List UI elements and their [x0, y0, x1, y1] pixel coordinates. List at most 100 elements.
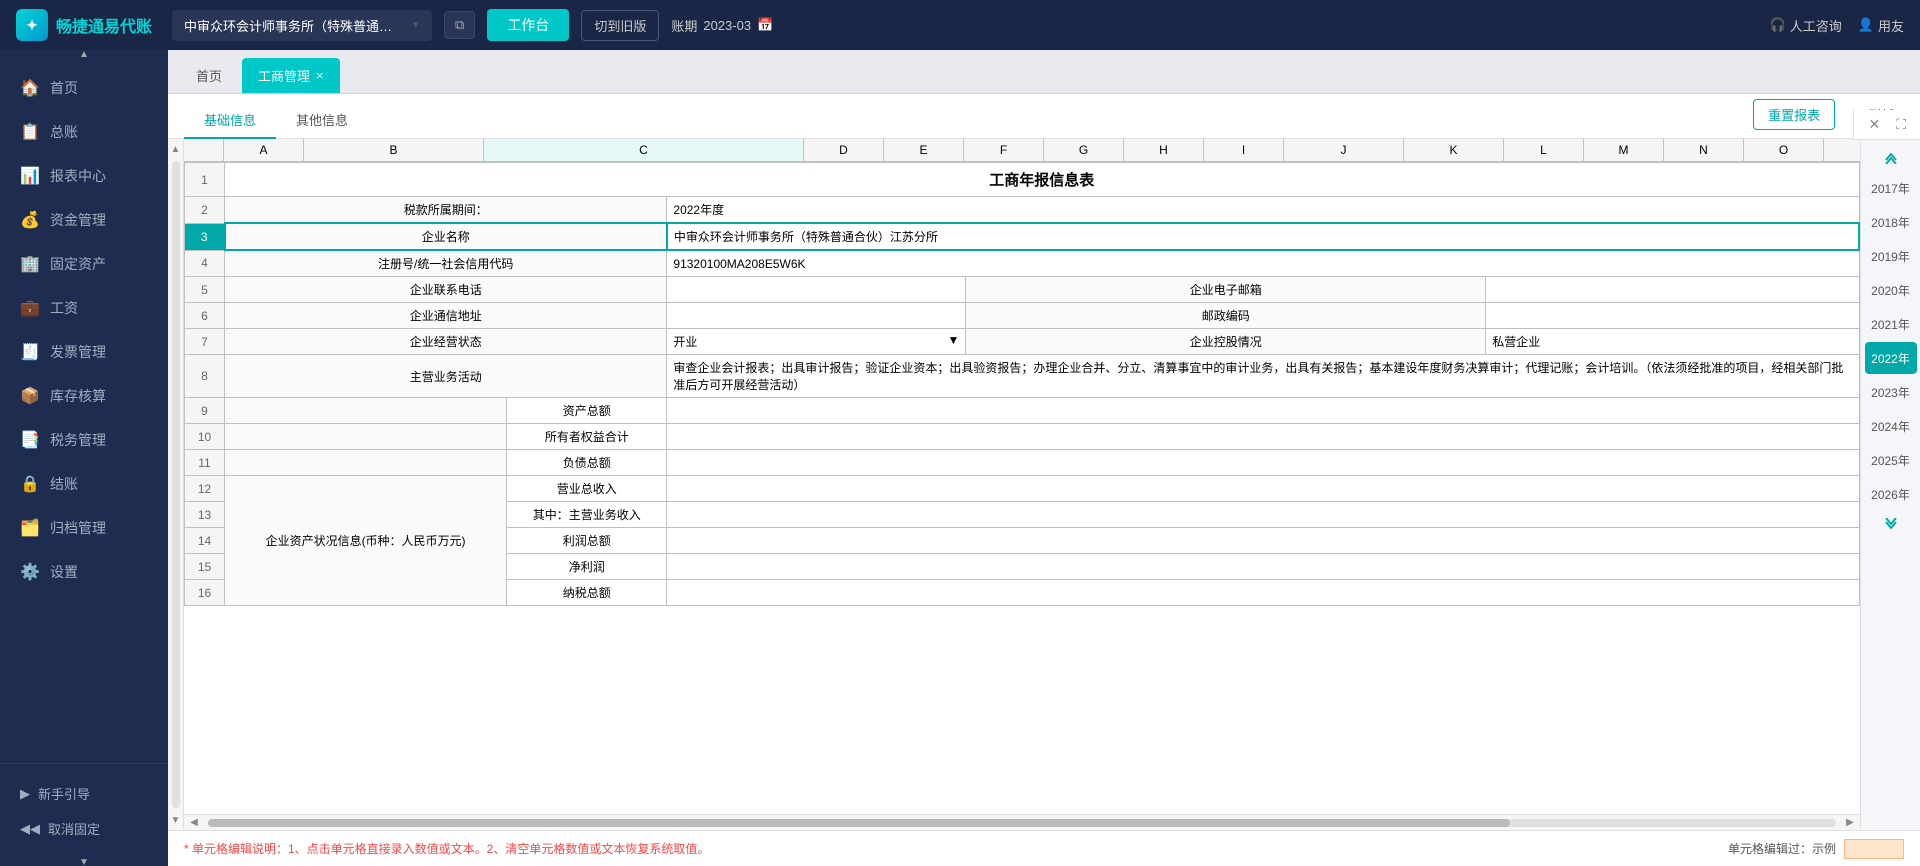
col-header-D[interactable]: D	[804, 139, 884, 161]
address-value[interactable]	[667, 303, 966, 329]
year-nav-up[interactable]	[1873, 145, 1909, 169]
sidebar-item-archive[interactable]: 🗂️ 归档管理	[0, 506, 168, 550]
col-header-L[interactable]: L	[1504, 139, 1584, 161]
email-label: 企业电子邮箱	[966, 277, 1486, 303]
main-biz-value[interactable]: 审查企业会计报表；出具审计报告；验证企业资本；出具验资报告；办理企业合并、分立、…	[667, 355, 1859, 398]
sidebar-scroll-up[interactable]: ▲	[0, 50, 168, 58]
col-header-B[interactable]: B	[304, 139, 484, 161]
year-2026[interactable]: 2026年	[1865, 478, 1917, 510]
spreadsheet-container: ▲ ▼ A B C D E F	[168, 139, 1920, 830]
copy-button[interactable]: ⧉	[444, 11, 475, 39]
reg-num-value[interactable]: 91320100MA208E5W6K	[667, 250, 1859, 277]
horizontal-scrollbar[interactable]: ◀ ▶	[184, 814, 1860, 830]
tab-close-button[interactable]: ×	[316, 68, 324, 83]
scroll-down-btn[interactable]: ▼	[171, 810, 181, 830]
sub-tab-other-label: 其他信息	[296, 113, 348, 128]
period-label: 账期	[671, 16, 697, 35]
sidebar-item-tax[interactable]: 📑 税务管理	[0, 418, 168, 462]
holding-value[interactable]: 私营企业	[1486, 329, 1859, 355]
col-header-J[interactable]: J	[1284, 139, 1404, 161]
customer-service[interactable]: 🎧 人工咨询	[1770, 16, 1842, 35]
profit-value[interactable]	[667, 528, 1859, 554]
sub-tab-basic[interactable]: 基础信息	[184, 102, 276, 139]
close-window-button[interactable]: ✕	[1862, 114, 1886, 135]
total-assets-value[interactable]	[667, 398, 1859, 424]
company-name-value[interactable]: 中审众环会计师事务所（特殊普通合伙）江苏分所	[667, 223, 1859, 250]
scroll-left-btn[interactable]: ◀	[184, 817, 204, 828]
equity-value[interactable]	[667, 424, 1859, 450]
col-header-G[interactable]: G	[1044, 139, 1124, 161]
col-header-H[interactable]: H	[1124, 139, 1204, 161]
net-profit-value[interactable]	[667, 554, 1859, 580]
col-header-A[interactable]: A	[224, 139, 304, 161]
old-version-button[interactable]: 切到旧版	[581, 10, 659, 41]
sample-label: 单元格编辑过：示例	[1728, 840, 1836, 857]
title-cell[interactable]: 工商年报信息表	[225, 163, 1860, 197]
sidebar-item-ledger[interactable]: 📋 总账	[0, 110, 168, 154]
company-name: 中审众环会计师事务所（特殊普通合伙...	[184, 16, 403, 35]
sidebar-label-closing: 结账	[50, 474, 78, 494]
col-header-K[interactable]: K	[1404, 139, 1504, 161]
col-header-M[interactable]: M	[1584, 139, 1664, 161]
year-2025[interactable]: 2025年	[1865, 444, 1917, 476]
resize-window-button[interactable]: ⛶	[1890, 114, 1912, 135]
sidebar-item-payroll[interactable]: 💼 工资	[0, 286, 168, 330]
sidebar-item-unpin[interactable]: ◀◀ 取消固定	[0, 811, 168, 846]
tab-active[interactable]: 工商管理 ×	[242, 58, 340, 93]
sidebar-item-guide[interactable]: ▶ 新手引导	[0, 776, 168, 811]
liabilities-value[interactable]	[667, 450, 1859, 476]
col-header-F[interactable]: F	[964, 139, 1044, 161]
sidebar-item-inventory[interactable]: 📦 库存核算	[0, 374, 168, 418]
table-row: 6 企业通信地址 邮政编码	[185, 303, 1860, 329]
row-num-11: 11	[185, 450, 225, 476]
vertical-scrollbar[interactable]: ▲ ▼	[168, 139, 184, 830]
biz-status-value[interactable]: 开业 ▼	[667, 329, 966, 355]
year-2018[interactable]: 2018年	[1865, 206, 1917, 238]
year-2021[interactable]: 2021年	[1865, 308, 1917, 340]
year-2019[interactable]: 2019年	[1865, 240, 1917, 272]
company-selector[interactable]: 中审众环会计师事务所（特殊普通合伙... ▼	[172, 10, 432, 41]
revenue-value[interactable]	[667, 476, 1859, 502]
sidebar-scroll-down[interactable]: ▼	[0, 858, 168, 866]
sidebar-item-invoice[interactable]: 🧾 发票管理	[0, 330, 168, 374]
sidebar-label-payroll: 工资	[50, 298, 78, 318]
year-2020[interactable]: 2020年	[1865, 274, 1917, 306]
sidebar-item-home[interactable]: 🏠 首页	[0, 66, 168, 110]
table-row: 2 税款所属期间： 2022年度	[185, 197, 1860, 224]
sub-tab-other[interactable]: 其他信息	[276, 102, 368, 139]
user-menu[interactable]: 👤 用友	[1858, 16, 1904, 35]
col-header-N[interactable]: N	[1664, 139, 1744, 161]
main-revenue-value[interactable]	[667, 502, 1859, 528]
sidebar-item-closing[interactable]: 🔒 结账	[0, 462, 168, 506]
year-nav-down[interactable]	[1873, 513, 1909, 537]
postcode-value[interactable]	[1486, 303, 1859, 329]
sheet-table: 1 工商年报信息表 2 税款所属期间： 2022年度 3	[184, 162, 1860, 606]
col-header-I[interactable]: I	[1204, 139, 1284, 161]
year-2024[interactable]: 2024年	[1865, 410, 1917, 442]
email-value[interactable]	[1486, 277, 1859, 303]
col-header-O[interactable]: O	[1744, 139, 1824, 161]
sidebar-item-finance[interactable]: 💰 资金管理	[0, 198, 168, 242]
scroll-right-btn[interactable]: ▶	[1840, 817, 1860, 828]
year-2023[interactable]: 2023年	[1865, 376, 1917, 408]
workbench-button[interactable]: 工作台	[487, 9, 569, 41]
sidebar-label-archive: 归档管理	[50, 518, 106, 538]
scroll-up-btn[interactable]: ▲	[171, 139, 181, 159]
period-value-cell[interactable]: 2022年度	[667, 197, 1859, 224]
col-header-C[interactable]: C	[484, 139, 804, 161]
sidebar-item-reports[interactable]: 📊 报表中心	[0, 154, 168, 198]
col-header-list: A B C D E F G H I J K L M	[224, 139, 1860, 161]
company-dropdown-icon: ▼	[411, 20, 420, 31]
col-header-P[interactable]: P	[1824, 139, 1860, 161]
sidebar-item-settings[interactable]: ⚙️ 设置	[0, 550, 168, 594]
year-2017[interactable]: 2017年	[1865, 172, 1917, 204]
col-header-E[interactable]: E	[884, 139, 964, 161]
liabilities-label: 负债总额	[507, 450, 667, 476]
year-2022[interactable]: 2022年	[1865, 342, 1917, 374]
tab-home[interactable]: 首页	[180, 58, 238, 93]
tax-total-value[interactable]	[667, 580, 1859, 606]
sidebar-item-assets[interactable]: 🏢 固定资产	[0, 242, 168, 286]
calendar-icon[interactable]: 📅	[757, 17, 773, 33]
reset-report-button[interactable]: 重置报表	[1753, 99, 1835, 130]
phone-value[interactable]	[667, 277, 966, 303]
